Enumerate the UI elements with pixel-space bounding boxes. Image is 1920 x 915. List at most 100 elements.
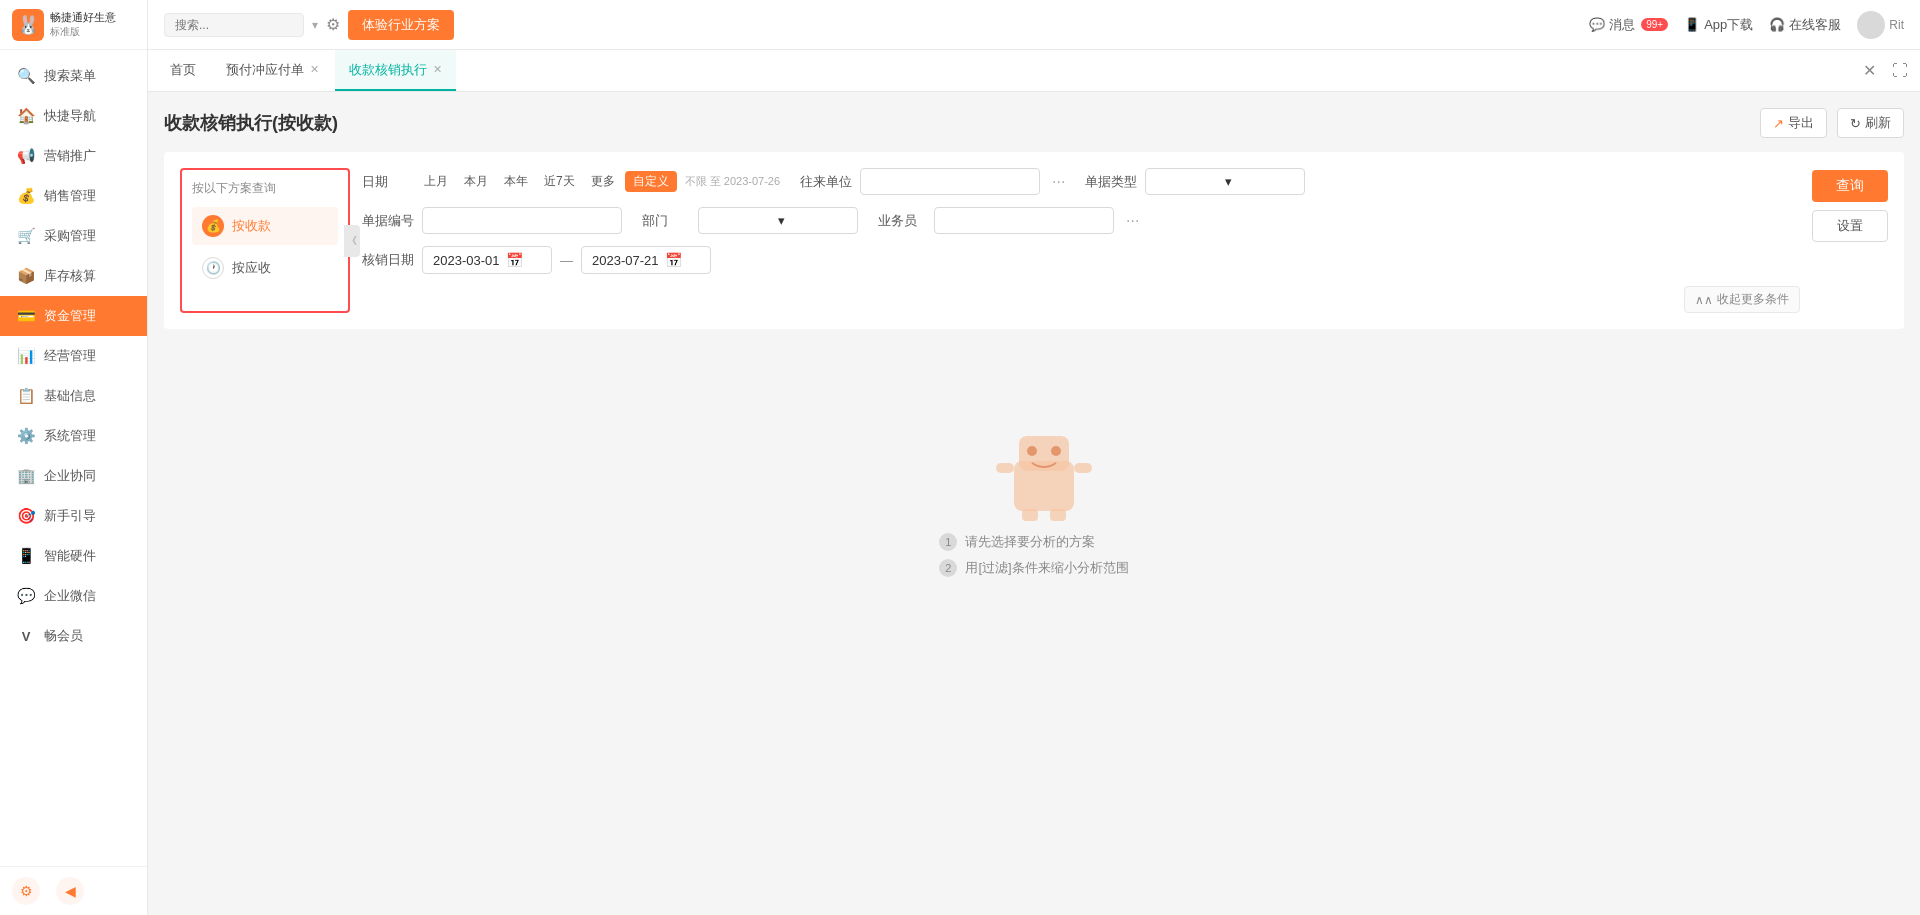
enterprise-icon: 🏢	[16, 466, 36, 486]
writeoff-date-label: 核销日期	[362, 251, 414, 269]
tab-receipt-close-icon[interactable]: ✕	[433, 63, 442, 76]
receipt-icon: 💰	[202, 215, 224, 237]
inventory-icon: 📦	[16, 266, 36, 286]
dept-label: 部门	[642, 212, 690, 230]
purchase-icon: 🛒	[16, 226, 36, 246]
writeoff-date-to[interactable]: 2023-07-21 📅	[581, 246, 711, 274]
filter-field-dept: 部门 ▾	[642, 207, 858, 234]
settings-bottom-icon[interactable]: ⚙	[12, 877, 40, 905]
counterpart-input[interactable]	[860, 168, 1040, 195]
sidebar-item-system[interactable]: ⚙️ 系统管理	[0, 416, 147, 456]
sidebar-item-wechat[interactable]: 💬 企业微信	[0, 576, 147, 616]
collapse-more-button[interactable]: ∧∧ 收起更多条件	[1684, 286, 1800, 313]
app-icon: 📱	[1684, 17, 1700, 32]
sidebar-item-hardware[interactable]: 📱 智能硬件	[0, 536, 147, 576]
user-item[interactable]: Rit	[1857, 11, 1904, 39]
tab-home[interactable]: 首页	[156, 50, 210, 91]
staff-dots-icon[interactable]: ···	[1126, 212, 1139, 230]
sidebar-item-finance[interactable]: 💳 资金管理	[0, 296, 147, 336]
online-service-item[interactable]: 🎧 在线客服	[1769, 16, 1841, 34]
collapse-more-icon: ∧∧	[1695, 293, 1713, 307]
tab-prepay[interactable]: 预付冲应付单 ✕	[212, 50, 333, 91]
doctype-select[interactable]: ▾	[1145, 168, 1305, 195]
sidebar-item-member[interactable]: V 畅会员	[0, 616, 147, 656]
header-search-input[interactable]	[164, 13, 304, 37]
filter-panel-collapse-arrow[interactable]: 《	[344, 225, 360, 257]
username: Rit	[1889, 18, 1904, 32]
export-button[interactable]: ↗ 导出	[1760, 108, 1827, 138]
svg-rect-6	[996, 463, 1014, 473]
header-right: 💬 消息 99+ 📱 App下载 🎧 在线客服 Rit	[1589, 11, 1904, 39]
date-opt-last-month[interactable]: 上月	[418, 171, 454, 192]
dept-select[interactable]: ▾	[698, 207, 858, 234]
filter-right-panel: 日期 上月 本月 本年 近7天 更多 自定义 不限 至 2023-07-26	[362, 168, 1888, 313]
query-button[interactable]: 查询	[1812, 170, 1888, 202]
counterpart-dots-icon[interactable]: ···	[1052, 173, 1065, 191]
docnum-input[interactable]	[422, 207, 622, 234]
tab-receipt[interactable]: 收款核销执行 ✕	[335, 50, 456, 91]
tab-fullscreen-icon[interactable]: ⛶	[1888, 58, 1912, 84]
header-gear-icon[interactable]: ⚙	[326, 15, 340, 34]
svg-rect-4	[1022, 509, 1038, 521]
date-opt-custom[interactable]: 自定义	[625, 171, 677, 192]
app-download-item[interactable]: 📱 App下载	[1684, 16, 1753, 34]
svg-point-2	[1027, 446, 1037, 456]
sidebar-item-operation[interactable]: 📊 经营管理	[0, 336, 147, 376]
filter-option-receivable[interactable]: 🕐 按应收	[192, 249, 338, 287]
message-icon: 💬	[1589, 17, 1605, 32]
sidebar-item-enterprise[interactable]: 🏢 企业协同	[0, 456, 147, 496]
sidebar-item-basic[interactable]: 📋 基础信息	[0, 376, 147, 416]
date-range-separator: —	[560, 253, 573, 268]
sidebar-item-shortcut[interactable]: 🏠 快捷导航	[0, 96, 147, 136]
calendar-from-icon[interactable]: 📅	[506, 252, 523, 268]
tab-close-action-icon[interactable]: ✕	[1859, 57, 1880, 84]
guide-icon: 🎯	[16, 506, 36, 526]
top-header: ▾ ⚙ 体验行业方案 💬 消息 99+ 📱 App下载 🎧 在线客服 Rit	[148, 0, 1920, 50]
finance-icon: 💳	[16, 306, 36, 326]
empty-hint-1: 1 请先选择要分析的方案	[939, 533, 1128, 551]
sidebar-item-guide[interactable]: 🎯 新手引导	[0, 496, 147, 536]
staff-label: 业务员	[878, 212, 926, 230]
sidebar-bottom: ⚙ ◀	[0, 866, 147, 915]
date-options: 上月 本月 本年 近7天 更多 自定义	[418, 171, 677, 192]
sales-icon: 💰	[16, 186, 36, 206]
header-chevron-icon[interactable]: ▾	[312, 18, 318, 32]
page-header: 收款核销执行(按收款) ↗ 导出 ↻ 刷新	[164, 108, 1904, 138]
sidebar-item-search[interactable]: 🔍 搜索菜单	[0, 56, 147, 96]
svg-point-3	[1051, 446, 1061, 456]
filter-option-receipt[interactable]: 💰 按收款	[192, 207, 338, 245]
page-header-actions: ↗ 导出 ↻ 刷新	[1760, 108, 1904, 138]
sidebar-logo: 🐰 畅捷通好生意 标准版	[0, 0, 147, 50]
date-opt-7days[interactable]: 近7天	[538, 171, 581, 192]
counterpart-label: 往来单位	[800, 173, 852, 191]
sidebar-item-inventory[interactable]: 📦 库存核算	[0, 256, 147, 296]
setting-button[interactable]: 设置	[1812, 210, 1888, 242]
sidebar-item-marketing[interactable]: 📢 营销推广	[0, 136, 147, 176]
date-opt-this-month[interactable]: 本月	[458, 171, 494, 192]
date-opt-more[interactable]: 更多	[585, 171, 621, 192]
date-range-text: 不限 至 2023-07-26	[685, 174, 780, 189]
search-nav-icon: 🔍	[16, 66, 36, 86]
sidebar-item-sales[interactable]: 💰 销售管理	[0, 176, 147, 216]
date-label: 日期	[362, 173, 410, 191]
industry-solution-button[interactable]: 体验行业方案	[348, 10, 454, 40]
message-item[interactable]: 💬 消息 99+	[1589, 16, 1668, 34]
date-opt-this-year[interactable]: 本年	[498, 171, 534, 192]
refresh-button[interactable]: ↻ 刷新	[1837, 108, 1904, 138]
sidebar: 🐰 畅捷通好生意 标准版 🔍 搜索菜单 🏠 快捷导航 📢 营销推广 💰 销售管理…	[0, 0, 148, 915]
writeoff-date-from[interactable]: 2023-03-01 📅	[422, 246, 552, 274]
collapse-sidebar-icon[interactable]: ◀	[56, 877, 84, 905]
staff-input[interactable]	[934, 207, 1114, 234]
main-area: ▾ ⚙ 体验行业方案 💬 消息 99+ 📱 App下载 🎧 在线客服 Rit	[148, 0, 1920, 915]
system-icon: ⚙️	[16, 426, 36, 446]
avatar	[1857, 11, 1885, 39]
calendar-to-icon[interactable]: 📅	[665, 252, 682, 268]
service-icon: 🎧	[1769, 17, 1785, 32]
tab-prepay-close-icon[interactable]: ✕	[310, 63, 319, 76]
basic-icon: 📋	[16, 386, 36, 406]
filter-left-panel: 按以下方案查询 💰 按收款 🕐 按应收 《	[180, 168, 350, 313]
svg-rect-7	[1074, 463, 1092, 473]
filter-row-bottom: ∧∧ 收起更多条件	[362, 286, 1800, 313]
empty-state: 1 请先选择要分析的方案 2 用[过滤]条件来缩小分析范围	[164, 341, 1904, 617]
sidebar-item-purchase[interactable]: 🛒 采购管理	[0, 216, 147, 256]
